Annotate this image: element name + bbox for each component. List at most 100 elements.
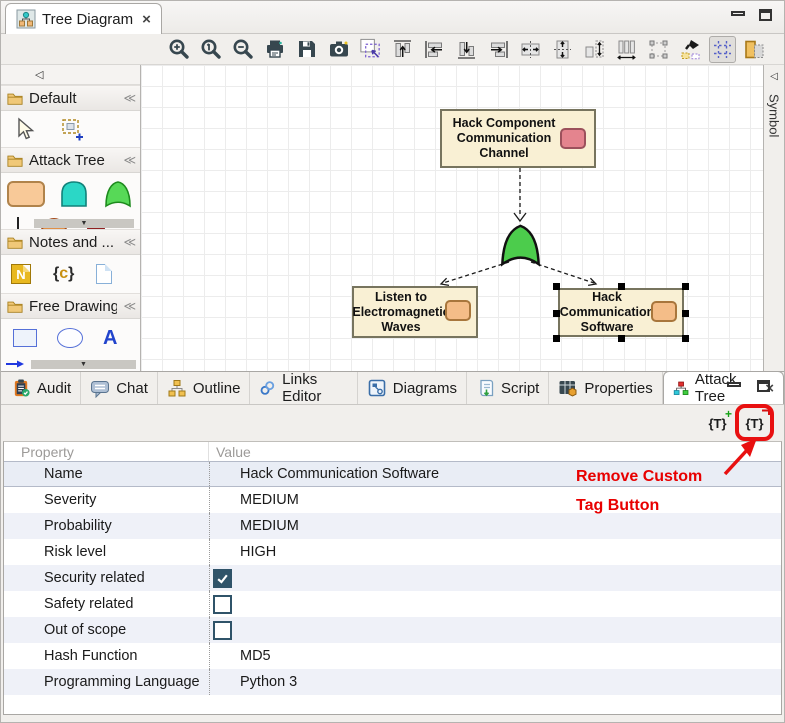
selection-handle[interactable] <box>682 283 689 290</box>
document-tool[interactable] <box>96 264 112 284</box>
tab-properties[interactable]: Properties <box>549 372 662 404</box>
distribute-button[interactable] <box>613 36 640 63</box>
close-icon[interactable]: × <box>142 11 151 28</box>
toggle-grid-button[interactable] <box>709 36 736 63</box>
align-top-button[interactable] <box>389 36 416 63</box>
note-tool[interactable]: N <box>11 264 31 284</box>
palette-section-attack-tree[interactable]: Attack Tree ≪ <box>1 147 140 173</box>
node-hack-communication-software[interactable]: Hack Communication Software <box>558 288 684 337</box>
or-gate-tool[interactable] <box>103 180 133 208</box>
palette-section-free-drawing[interactable]: Free Drawing ≪ <box>1 293 140 319</box>
add-custom-tag-button[interactable]: {T} + <box>704 411 731 435</box>
selection-handle[interactable] <box>553 335 560 342</box>
maximize-icon[interactable] <box>757 380 770 392</box>
value-cell <box>209 617 781 643</box>
format-painter-button[interactable] <box>677 36 704 63</box>
tab-diagrams[interactable]: Diagrams <box>358 372 467 404</box>
ellipse-tool[interactable] <box>57 328 83 348</box>
zoom-original-button[interactable] <box>197 36 224 63</box>
pin-icon[interactable]: ≪ <box>123 153 134 167</box>
property-cell: Hash Function <box>4 648 209 664</box>
node-listen-to-electromagnetic-waves[interactable]: Listen to Electromagnetic Waves <box>352 286 478 338</box>
table-row[interactable]: Programming Language Python 3 <box>4 669 781 695</box>
folder-icon <box>7 300 23 313</box>
diagram-canvas[interactable]: Hack Component Communication Channel Lis… <box>141 65 763 371</box>
selection-handle[interactable] <box>553 310 560 317</box>
selection-handle[interactable] <box>553 283 560 290</box>
scroll-down-icon: ▼ <box>81 220 88 227</box>
palette-collapse-button[interactable]: ◁ <box>1 65 140 85</box>
column-header-value[interactable]: Value <box>209 444 251 460</box>
arrow-right-icon[interactable] <box>5 359 27 369</box>
tab-links-editor[interactable]: Links Editor <box>250 372 357 404</box>
tab-script[interactable]: Script <box>467 372 549 404</box>
text-tool[interactable]: A <box>103 328 117 348</box>
zoom-in-button[interactable] <box>165 36 192 63</box>
connector-tool[interactable] <box>17 217 19 229</box>
column-header-property[interactable]: Property <box>4 442 209 461</box>
screenshot-button[interactable] <box>325 36 352 63</box>
table-row[interactable]: Risk level HIGH <box>4 539 781 565</box>
out-of-scope-checkbox[interactable] <box>213 621 232 640</box>
value-cell[interactable]: Python 3 <box>209 669 781 695</box>
print-button[interactable] <box>261 36 288 63</box>
and-gate-tool[interactable] <box>59 180 89 208</box>
security-related-checkbox[interactable] <box>213 569 232 588</box>
remove-custom-tag-button[interactable]: {T} <box>741 411 768 435</box>
property-cell: Safety related <box>4 596 209 612</box>
marquee-tool[interactable] <box>59 116 85 142</box>
safety-related-checkbox[interactable] <box>213 595 232 614</box>
mirror-vertical-button[interactable] <box>549 36 576 63</box>
constraint-tool[interactable]: {c} <box>53 265 74 283</box>
tab-tree-diagram[interactable]: Tree Diagram × <box>5 3 162 34</box>
tree-diagram-icon <box>16 9 36 29</box>
selection-handle[interactable] <box>682 335 689 342</box>
tab-outline[interactable]: Outline <box>158 372 251 404</box>
align-left-button[interactable] <box>421 36 448 63</box>
table-row[interactable]: Safety related <box>4 591 781 617</box>
match-size-button[interactable] <box>581 36 608 63</box>
align-bottom-button[interactable] <box>453 36 480 63</box>
event-node-tool[interactable] <box>7 181 45 207</box>
node-badge[interactable] <box>560 128 586 149</box>
node-hack-component-communication-channel[interactable]: Hack Component Communication Channel <box>440 109 596 168</box>
resize-area-button[interactable] <box>645 36 672 63</box>
pin-icon[interactable]: ≪ <box>123 299 134 313</box>
node-badge[interactable] <box>445 300 471 321</box>
script-icon <box>476 378 495 398</box>
collapse-left-icon[interactable]: ◁ <box>770 71 778 82</box>
selection-handle[interactable] <box>618 283 625 290</box>
tab-chat[interactable]: Chat <box>81 372 158 404</box>
selection-handle[interactable] <box>618 335 625 342</box>
edit-symbol-button[interactable] <box>741 36 768 63</box>
zoom-out-button[interactable] <box>229 36 256 63</box>
marquee-select-button[interactable] <box>357 36 384 63</box>
table-row[interactable]: Out of scope <box>4 617 781 643</box>
bottom-panel: Audit Chat Outline Links Editor Diagrams… <box>1 371 784 722</box>
tab-audit[interactable]: Audit <box>3 372 81 404</box>
palette-section-default[interactable]: Default ≪ <box>1 85 140 111</box>
palette-scroll-down[interactable]: ▼ <box>34 219 134 228</box>
section-label: Free Drawing <box>29 298 117 315</box>
palette-scrollbar[interactable]: ▼ <box>31 360 136 369</box>
palette-section-notes[interactable]: Notes and ... ≪ <box>1 229 140 255</box>
maximize-icon[interactable] <box>759 9 772 21</box>
minimize-icon[interactable] <box>731 11 745 16</box>
value-cell[interactable]: HIGH <box>209 539 781 565</box>
save-button[interactable] <box>293 36 320 63</box>
pin-icon[interactable]: ≪ <box>123 235 134 249</box>
table-row[interactable]: Security related <box>4 565 781 591</box>
table-row[interactable]: Hash Function MD5 <box>4 643 781 669</box>
node-badge[interactable] <box>651 301 677 322</box>
align-right-button[interactable] <box>485 36 512 63</box>
select-tool[interactable] <box>13 117 35 141</box>
selection-handle[interactable] <box>682 310 689 317</box>
rectangle-tool[interactable] <box>13 329 37 347</box>
value-cell[interactable]: MD5 <box>209 643 781 669</box>
mirror-horizontal-button[interactable] <box>517 36 544 63</box>
minimize-icon[interactable] <box>727 382 741 387</box>
pin-icon[interactable]: ≪ <box>123 91 134 105</box>
symbol-panel-strip[interactable]: ◁ Symbol <box>763 65 784 371</box>
or-gate[interactable] <box>499 223 542 267</box>
editor-workspace: ◁ Default ≪ Attack Tree ≪ <box>1 65 784 371</box>
